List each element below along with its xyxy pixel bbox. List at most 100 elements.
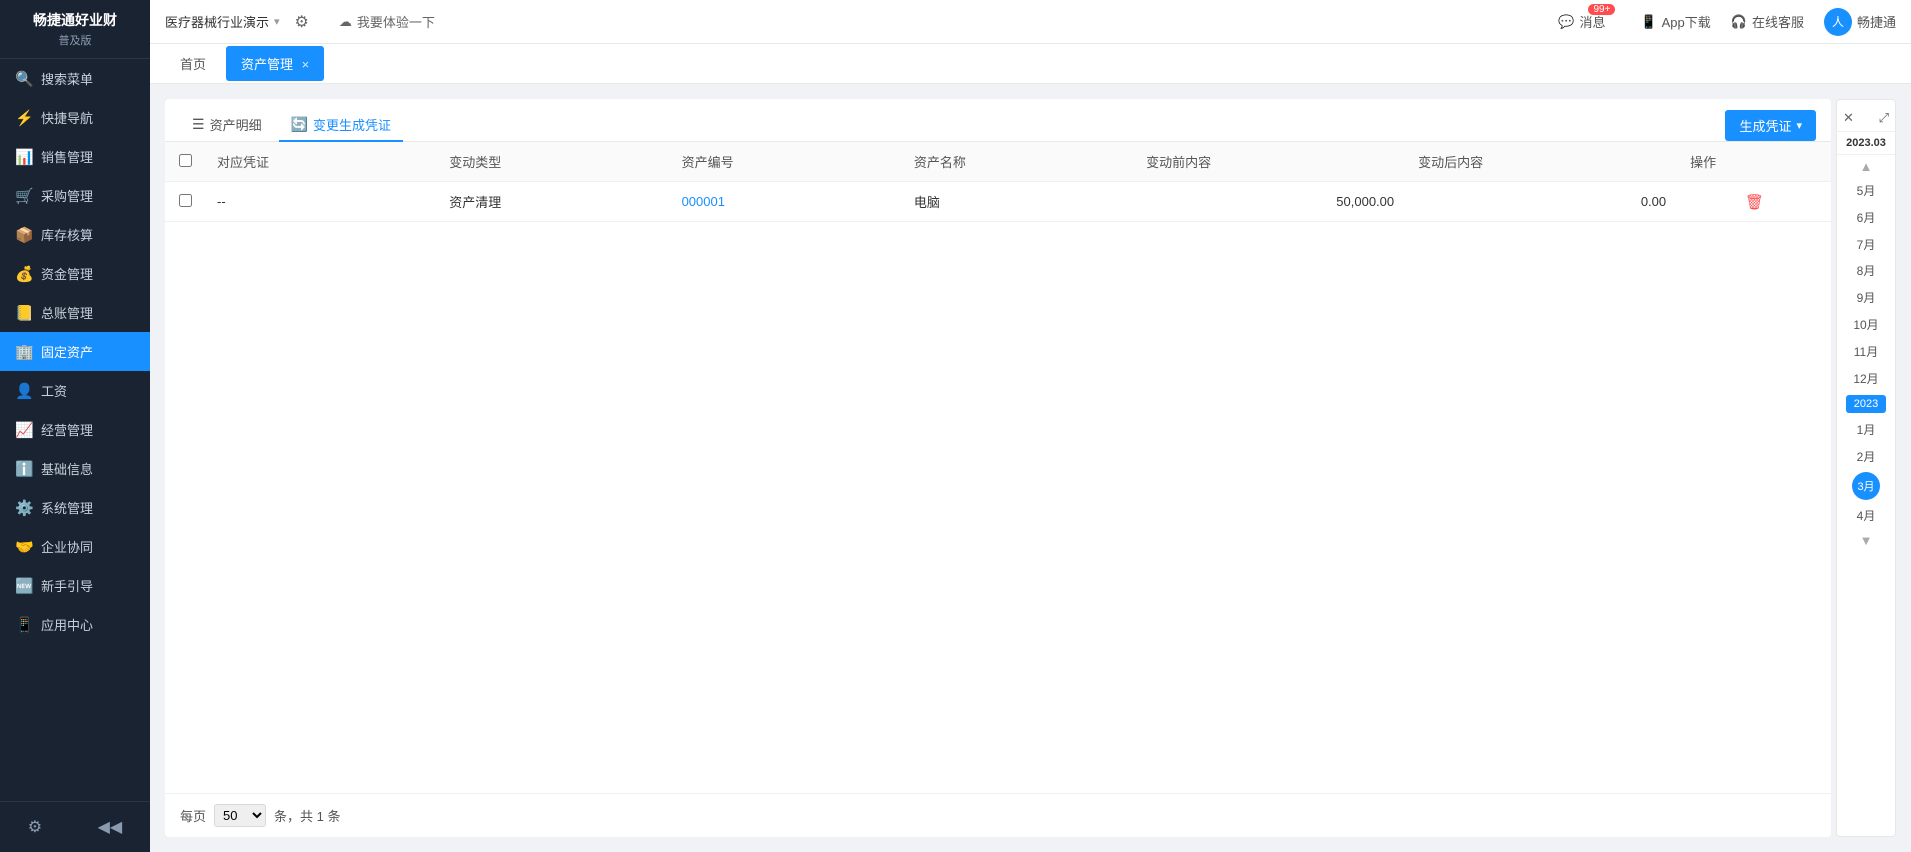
col-action: 操作 [1678,142,1831,182]
generate-btn-arrow-icon: ▾ [1796,119,1802,132]
tab-asset-detail[interactable]: ☰ 资产明细 [180,109,274,142]
company-selector[interactable]: 医疗器械行业演示 ▾ [165,12,280,31]
year-2023-badge[interactable]: 2023 [1846,395,1886,413]
cell-asset-no: 000001 [670,182,902,222]
month-item-6月[interactable]: 6月 [1837,205,1895,232]
sidebar-label-guide: 新手引导 [41,576,93,595]
tab-asset-management[interactable]: 资产管理 × [226,46,324,81]
list-icon: ☰ [192,116,205,133]
per-page-label: 每页 [180,806,206,825]
headset-icon: 🎧 [1731,14,1747,30]
sidebar-item-operations[interactable]: 📈经营管理 [0,410,150,449]
sidebar-label-search: 搜索菜单 [41,69,93,88]
username: 畅捷通 [1857,12,1896,31]
experience-icon: ☁ [339,14,352,30]
purchase-icon: 🛒 [15,187,33,205]
sidebar-item-finance[interactable]: 💰资金管理 [0,254,150,293]
sidebar-label-sales: 销售管理 [41,147,93,166]
cell-action: 🗑 [1678,182,1831,222]
table-header-row: 对应凭证 变动类型 资产编号 资产名称 变动前内容 变动后内容 操作 [165,142,1831,182]
pagination: 每页 102050100 条，共 1 条 [165,793,1831,837]
data-table: 对应凭证 变动类型 资产编号 资产名称 变动前内容 变动后内容 操作 - [165,142,1831,222]
col-voucher: 对应凭证 [205,142,437,182]
month-item-7月[interactable]: 7月 [1837,232,1895,259]
sub-tabs: ☰ 资产明细 🔄 变更生成凭证 生成凭证 ▾ [165,99,1831,142]
month-item-11月[interactable]: 11月 [1837,339,1895,366]
close-panel-icon[interactable]: ✕ [1843,110,1854,126]
sidebar-item-basic-info[interactable]: ℹ️基础信息 [0,449,150,488]
guide-icon: 🆕 [15,577,33,595]
right-panel-header: ✕ ⤢ [1837,105,1895,132]
tab-close-icon[interactable]: × [302,57,310,72]
cooperation-icon: 🤝 [15,538,33,556]
sidebar-item-search[interactable]: 🔍 搜索菜单 [0,59,150,98]
messages-btn[interactable]: 💬 消息 99+ [1558,12,1605,31]
tab-home[interactable]: 首页 [165,46,221,81]
row-checkbox[interactable] [179,194,192,207]
sidebar-bottom: ⚙ ◀◀ [0,801,150,852]
system-icon: ⚙️ [15,499,33,517]
month-item-10月[interactable]: 10月 [1837,312,1895,339]
operations-icon: 📈 [15,421,33,439]
topbar-settings-icon[interactable]: ⚙ [295,12,309,32]
month-item-2023-3月[interactable]: 3月 [1852,472,1880,500]
generate-voucher-btn[interactable]: 生成凭证 ▾ [1725,110,1816,141]
ledger-icon: 📒 [15,304,33,322]
app-icon: 📱 [1640,14,1656,30]
sidebar-item-ledger[interactable]: 📒 总账管理 [0,293,150,332]
month-item-5月[interactable]: 5月 [1837,178,1895,205]
sidebar-label-ledger: 总账管理 [41,303,93,322]
cell-asset-name: 电脑 [902,182,1134,222]
col-change-type: 变动类型 [437,142,669,182]
sidebar-label-app-center: 应用中心 [41,615,93,634]
tab-change-voucher[interactable]: 🔄 变更生成凭证 [279,109,403,142]
month-item-2023-2月[interactable]: 2月 [1837,443,1895,470]
month-item-12月[interactable]: 12月 [1837,366,1895,393]
logo-sub: 普及版 [59,32,92,48]
sidebar-label-purchase: 采购管理 [41,186,93,205]
online-service-btn[interactable]: 🎧 在线客服 [1731,12,1804,31]
month-item-2023-4月[interactable]: 4月 [1837,502,1895,529]
sidebar-item-payroll[interactable]: 👤工资 [0,371,150,410]
settings-icon[interactable]: ⚙ [23,812,47,842]
scroll-down-icon[interactable]: ▼ [1837,529,1895,552]
sidebar-label-payroll: 工资 [41,381,67,400]
month-item-8月[interactable]: 8月 [1837,258,1895,285]
sidebar-label-cooperation: 企业协同 [41,537,93,556]
sidebar-item-quick-nav[interactable]: ⚡ 快捷导航 [0,98,150,137]
app-download-btn[interactable]: 📱 App下载 [1640,12,1710,31]
page-size-select[interactable]: 102050100 [214,804,266,827]
sidebar-item-purchase[interactable]: 🛒 采购管理 [0,176,150,215]
experience-btn[interactable]: ☁ 我要体验一下 [339,12,435,31]
quick-nav-icon: ⚡ [15,109,33,127]
delete-icon[interactable]: 🗑 [1745,194,1764,211]
nav-tabs: 首页 资产管理 × [150,44,1911,84]
expand-panel-icon[interactable]: ⤢ [1879,110,1889,126]
scroll-up-icon[interactable]: ▲ [1837,155,1895,178]
user-menu[interactable]: 人 畅捷通 [1824,8,1896,36]
voucher-icon: 🔄 [291,116,308,133]
sidebar-scroll: 🔍 搜索菜单 ⚡ 快捷导航 📊 销售管理 🛒 采购管理 📦库存核算💰资金管理 📒 总账管理 🏢固定资产… [0,59,150,801]
sidebar-item-fixed-assets[interactable]: 🏢固定资产 [0,332,150,371]
finance-icon: 💰 [15,265,33,283]
experience-label: 我要体验一下 [357,12,435,31]
app-download-label: App下载 [1662,12,1711,31]
select-all-checkbox[interactable] [179,154,192,167]
sidebar-item-guide[interactable]: 🆕 新手引导 [0,566,150,605]
search-icon: 🔍 [15,70,33,88]
sidebar-item-app-center[interactable]: 📱应用中心 [0,605,150,644]
sidebar: 畅捷通好业财 普及版 🔍搜索菜单⚡快捷导航📊销售管理🛒采购管理📦库存核算💰资金管… [0,0,150,852]
sidebar-item-sales[interactable]: 📊 销售管理 [0,137,150,176]
month-item-2023-1月[interactable]: 1月 [1837,416,1895,443]
sidebar-item-inventory[interactable]: 📦库存核算 [0,215,150,254]
month-item-9月[interactable]: 9月 [1837,285,1895,312]
cell-before: 50,000.00 [1134,182,1406,222]
fixed-assets-icon: 🏢 [15,343,33,361]
message-badge: 99+ [1588,4,1615,15]
sales-icon: 📊 [15,148,33,166]
tab-asset-management-label: 资产管理 [241,57,293,72]
sidebar-item-cooperation[interactable]: 🤝 企业协同 [0,527,150,566]
collapse-icon[interactable]: ◀◀ [93,812,128,842]
sidebar-label-quick-nav: 快捷导航 [41,108,93,127]
sidebar-item-system[interactable]: ⚙️系统管理 [0,488,150,527]
